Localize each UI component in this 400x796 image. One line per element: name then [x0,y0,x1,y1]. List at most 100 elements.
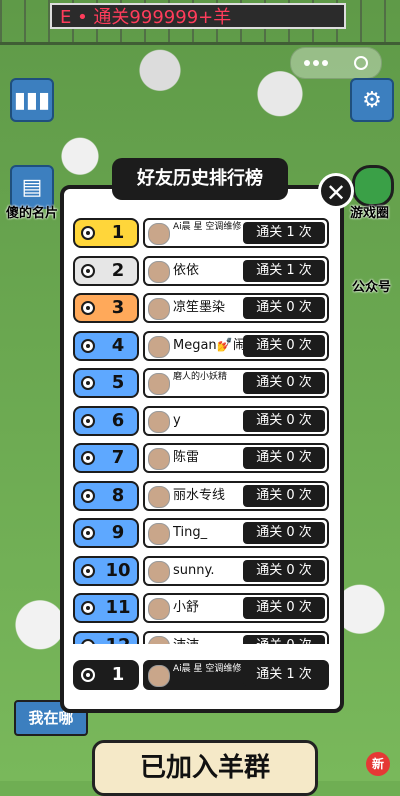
avatar [148,523,170,545]
leaderboard-row[interactable]: 5 磨人的小妖精 通关 0 次 [70,368,332,398]
leaderboard-row[interactable]: 10 sunny. 通关 0 次 [70,555,332,586]
name-card-label: 傻的名片 [6,206,59,221]
user-name: 磨人的小妖精 [173,372,228,382]
radio-icon [81,563,95,578]
leaderboard-row[interactable]: 6 y 通关 0 次 [70,405,332,436]
score: 通关 0 次 [243,484,325,507]
radio-icon [81,376,95,390]
avatar [148,410,170,433]
my-rank-row: 1 Ai晨 星 空调维修 制冷: 空调出售 通关 1 次 [70,660,332,692]
rank-number: 2 [111,259,125,281]
avatar [148,665,170,687]
user-cell: 凉笙墨染 通关 0 次 [143,293,329,323]
leaderboard-title: 好友历史排行榜 [112,158,288,200]
rank-badge: 4 [73,330,139,361]
user-cell: 磨人的小妖精 通关 0 次 [143,368,329,398]
radio-icon [81,413,95,428]
my-rank-number: 1 [111,664,125,685]
new-badge[interactable]: 新 [366,752,390,776]
score: 通关 0 次 [243,334,325,357]
close-circle-icon[interactable] [354,56,368,70]
user-cell: y 通关 0 次 [143,405,329,436]
avatar [148,260,170,283]
avatar [148,298,170,320]
rank-badge: 8 [73,480,139,511]
score: 通关 0 次 [243,634,325,644]
leaderboard-row[interactable]: 3 凉笙墨染 通关 0 次 [70,293,332,323]
leaderboard-row[interactable]: 4 Megan💅闹闹通关 0 次 [70,330,332,361]
user-name: 丽水专线 [173,487,226,503]
user-name: Megan💅闹闹 [173,337,243,353]
score: 通关 0 次 [243,447,325,469]
close-button[interactable]: ✕ [318,173,354,209]
score: 通关 0 次 [243,597,325,619]
gear-icon: ⚙ [362,87,382,113]
ranking-chart-button[interactable]: ▮▮▮ [10,78,54,122]
score: 通关 0 次 [243,522,325,544]
my-score: 通关 1 次 [243,664,325,686]
user-name: 沛沛 [173,633,243,645]
avatar [148,335,170,358]
radio-icon [81,226,95,240]
radio-icon [81,668,95,682]
radio-icon [81,488,95,503]
user-name: y [173,412,181,428]
user-cell: 小舒 通关 0 次 [143,593,329,623]
score: 通关 1 次 [243,259,325,282]
score: 通关 0 次 [243,372,325,394]
bar-chart-icon: ▮▮▮ [13,87,51,113]
leaderboard-list[interactable]: 1 Ai晨 星 空调维修 制冷: 空调出售通关 1 次 2 依依 通关 1 次 3 凉笙墨染… [70,218,332,644]
rank-number: 7 [111,447,125,468]
scroll-banner: E • 通关999999+羊 [50,3,346,29]
more-icon[interactable] [304,60,328,66]
user-cell: Ai晨 星 空调维修 制冷: 空调出售通关 1 次 [143,218,329,248]
leaderboard-row[interactable]: 2 依依 通关 1 次 [70,255,332,286]
game-circle-button[interactable] [352,165,394,207]
avatar [148,448,170,470]
rank-number: 5 [111,372,125,393]
rank-number: 9 [111,522,125,543]
rank-number: 12 [99,633,137,645]
rank-number: 8 [111,484,125,506]
leaderboard-row[interactable]: 7 陈雷 通关 0 次 [70,443,332,473]
rank-badge: 5 [73,368,139,398]
rank-number: 10 [105,559,131,581]
close-icon: ✕ [325,179,347,207]
leaderboard-row[interactable]: 1 Ai晨 星 空调维修 制冷: 空调出售通关 1 次 [70,218,332,248]
avatar [148,635,170,644]
avatar [148,373,170,395]
leaderboard-row[interactable]: 12 沛沛通关 0 次 [70,630,332,645]
rank-number: 4 [111,334,125,356]
rank-badge: 6 [73,405,139,436]
rank-badge: 10 [73,555,139,586]
rank-badge: 1 [73,218,139,248]
avatar [148,223,170,245]
user-cell: 丽水专线 通关 0 次 [143,480,329,511]
radio-icon [81,338,95,353]
avatar [148,560,170,583]
user-name: Ai晨 星 空调维修 制冷: 空调出售 [173,222,243,232]
user-name: 陈雷 [173,450,200,465]
user-cell: 陈雷 通关 0 次 [143,443,329,473]
mini-program-capsule[interactable] [290,47,382,79]
settings-button[interactable]: ⚙ [350,78,394,122]
game-circle-label: 游戏圈 [350,206,390,221]
rank-badge: 12 [73,630,139,645]
user-cell: 依依 通关 1 次 [143,255,329,286]
user-name: 凉笙墨染 [173,300,226,315]
radio-icon [81,638,95,644]
leaderboard-row[interactable]: 8 丽水专线 通关 0 次 [70,480,332,511]
joined-sheep-group-bar[interactable]: 已加入羊群 [92,740,318,796]
user-name: sunny. [173,562,215,578]
radio-icon [81,526,95,540]
rank-number: 6 [111,409,125,431]
rank-badge: 11 [73,593,139,623]
official-account-label: 公众号 [352,280,392,295]
rank-badge: 9 [73,518,139,548]
radio-icon [81,263,95,278]
user-name: Ting_ [173,525,208,540]
score: 通关 1 次 [243,222,325,244]
user-name: 小舒 [173,600,200,615]
leaderboard-row[interactable]: 11 小舒 通关 0 次 [70,593,332,623]
leaderboard-row[interactable]: 9 Ting_ 通关 0 次 [70,518,332,548]
